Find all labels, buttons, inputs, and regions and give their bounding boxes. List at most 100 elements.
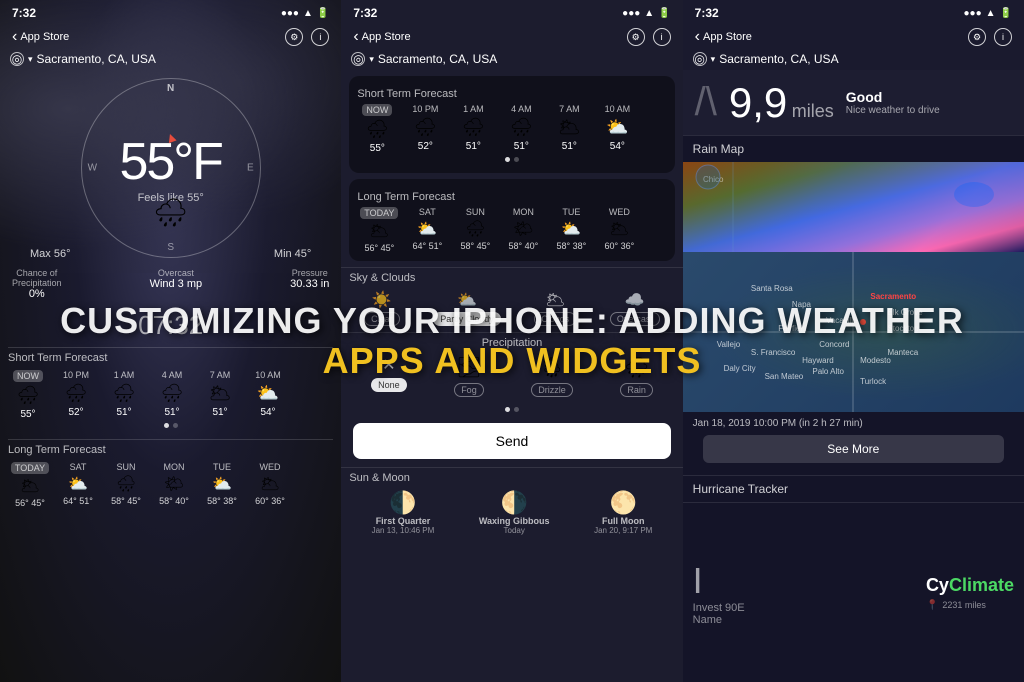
long-item: WED 🌥 60° 36° [248,462,292,508]
compass-e: E [247,163,254,174]
wind-value: Wind 3 mp [150,278,203,290]
hayward-label: Hayward [802,356,834,365]
long-temps-3: 58° 40° [159,496,189,506]
mid-forecast-time-5: 10 AM [605,104,631,114]
page-dots-mid [357,154,666,165]
location-mid: ◎ ▾ Sacramento, CA, USA [351,52,497,66]
long-temps-1: 64° 51° [63,496,93,506]
vis-desc-text: Nice weather to drive [846,105,940,116]
sky-option-clear[interactable]: ☀️ Clear [364,290,400,326]
precip-rain[interactable]: 🌧 Rain [620,355,653,398]
turlock-label: Turlock [860,377,886,386]
stockton-label: Stockton [887,324,918,333]
info-icon-left[interactable]: i [311,28,329,46]
forecast-scroll-left: NOW 🌧 55° 10 PM 🌧 52° 1 AM 🌧 51° 4 AM 🌧 [8,370,333,420]
status-bar-right: 7:32 ●●● ▲ 🔋 [683,0,1024,24]
page-dot-active-mid [505,157,510,162]
first-quarter-date: Jan 13, 10:46 PM [372,526,435,535]
nav-back-mid[interactable]: App Store [353,29,410,45]
rain-map-header: Rain Map [683,135,1024,162]
napa-label: Napa [792,300,811,309]
location-text-left: Sacramento, CA, USA [37,52,156,66]
settings-icon-mid[interactable]: ⚙ [627,28,645,46]
settings-icon-left[interactable]: ⚙ [285,28,303,46]
info-icon-right[interactable]: i [994,28,1012,46]
wifi-icon: ▲ [303,8,313,19]
long-temps-5: 60° 36° [255,496,285,506]
short-forecast-mid: Short Term Forecast NOW 🌧 55° 10 PM 🌧 52… [349,76,674,173]
weather-stats: Chance ofPrecipitation 0% Overcast Wind … [0,260,341,308]
condition-label: Overcast [150,268,203,278]
panel-right: 7:32 ●●● ▲ 🔋 App Store ⚙ i ◎ ▾ Sacrament… [683,0,1024,682]
mid-forecast-item-1: 10 PM 🌧 52° [405,104,445,154]
road-sign-icon: /\ [695,80,717,125]
long-day-mid-sat: SAT [419,207,436,217]
long-day-today-mid: TODAY [360,207,398,219]
full-moon-date: Jan 20, 9:17 PM [594,526,652,535]
see-more-button[interactable]: See More [703,435,1004,463]
long-day-mid-wed: WED [609,207,630,217]
nav-back-right[interactable]: App Store [695,29,752,45]
vacaville-label: Vacaville [826,316,857,325]
forecast-time-3: 4 AM [162,370,183,380]
wifi-icon-mid: ▲ [644,8,654,19]
miles-info: 2231 miles [942,600,986,610]
max-temp: Max 56° [30,248,70,260]
visibility-unit: miles [792,101,834,121]
date-info-box: Jan 18, 2019 10:00 PM (in 2 h 27 min) Se… [683,412,1024,475]
long-icon-3: 🌤 [164,474,184,494]
forecast-item: 10 AM ⛅ 54° [248,370,288,420]
visibility-number: 9,9 [729,79,787,126]
mid-forecast-temp-4: 51° [562,141,577,152]
sky-option-clouds[interactable]: 🌥 Clouds [534,290,576,326]
compass-needle [170,143,172,193]
sky-label-overcast: Overcast [610,312,660,326]
full-moon-label: Full Moon [594,516,652,526]
compass-area: N S E W 55°F Feels like 55° 🌧 [0,70,341,258]
sky-label-clouds: Clouds [534,312,576,326]
nav-back-left[interactable]: App Store [12,29,69,45]
sky-option-overcast[interactable]: ☁️ Overcast [610,290,660,326]
mid-forecast-temp-3: 51° [514,141,529,152]
precip-fog[interactable]: 🌫 Fog [454,355,484,398]
forecast-icon-1: 🌧 [65,383,88,404]
precip-none[interactable]: ✕ None [371,355,407,398]
long-temps-mid-2: 58° 45° [460,241,490,251]
long-item: TODAY 🌥 56° 45° [8,462,52,508]
compass-n: N [167,83,174,94]
long-forecast-left: Long Term Forecast TODAY 🌥 56° 45° SAT ⛅… [0,435,341,512]
main-layout: 7:32 ●●● ▲ 🔋 App Store ⚙ i ◎ ▾ Sacrament… [0,0,1024,682]
pressure-stat: Pressure 30.33 in [290,268,329,300]
settings-icon-right[interactable]: ⚙ [968,28,986,46]
cyclimate-logo: CyClimate [926,575,1014,596]
first-quarter-label: First Quarter [372,516,435,526]
long-day-mid-sun: SUN [466,207,485,217]
signal-icon: ●●● [281,8,299,19]
pressure-value: 30.33 in [290,278,329,290]
long-icon-4: ⛅ [212,474,232,494]
mid-forecast-time-2: 1 AM [463,104,484,114]
precip-options: ✕ None 🌫 Fog 🌦 Drizzle 🌧 Rain [341,355,682,404]
sky-option-partly[interactable]: ⛅ Partly Cloudy [433,290,501,326]
manteca-label: Manteca [887,348,918,357]
wifi-icon-right: ▲ [986,8,996,19]
mid-forecast-icon-0: 🌧 [366,119,389,140]
status-icons-mid: ●●● ▲ 🔋 [622,8,670,19]
fairfield-label: Fairfield [778,324,806,333]
location-row-mid: ◎ ▾ Sacramento, CA, USA [341,50,682,70]
nav-icons-mid: ⚙ i [627,28,671,46]
nav-icons-right: ⚙ i [968,28,1012,46]
long-forecast-title-mid: Long Term Forecast [357,187,666,207]
status-icons-right: ●●● ▲ 🔋 [964,8,1012,19]
elk-grove-label: Elk Grove [887,308,922,317]
drizzle-icon: 🌦 [531,355,573,380]
battery-icon-mid: 🔋 [658,8,670,19]
info-icon-mid[interactable]: i [653,28,671,46]
precip-drizzle[interactable]: 🌦 Drizzle [531,355,573,398]
forecast-icon-4: 🌥 [209,383,232,404]
nav-bar-left: App Store ⚙ i [0,24,341,50]
long-item: TUE ⛅ 58° 38° [200,462,244,508]
pressure-label: Pressure [290,268,329,278]
time-mid: 7:32 [353,6,377,20]
send-button[interactable]: Send [353,423,670,459]
